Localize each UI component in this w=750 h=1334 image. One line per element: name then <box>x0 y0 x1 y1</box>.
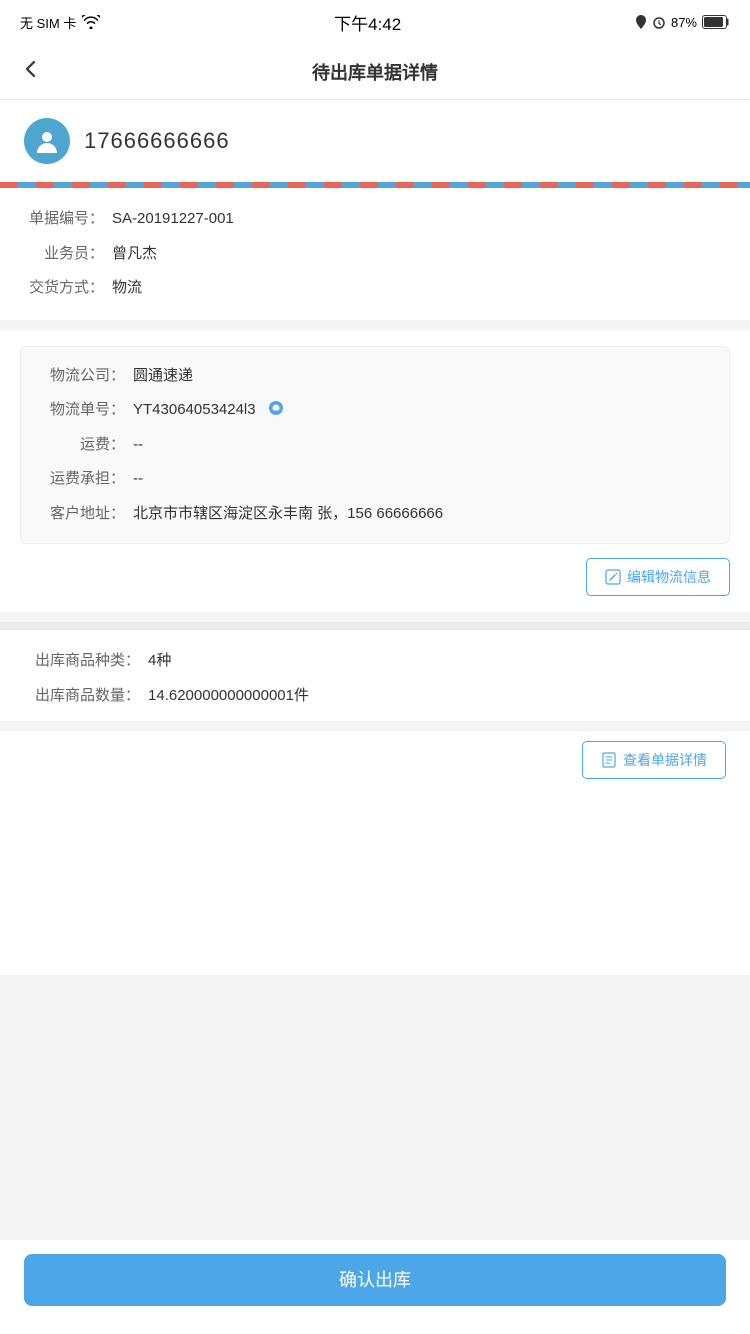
location-active-icon <box>635 15 647 29</box>
user-phone: 17666666666 <box>84 128 230 154</box>
edit-icon <box>605 569 621 585</box>
avatar <box>24 118 70 164</box>
order-info-section: 单据编号： SA-20191227-001 业务员： 曾凡杰 交货方式： 物流 <box>0 188 750 320</box>
sales-rep-row: 业务员： 曾凡杰 <box>24 243 726 266</box>
freight-bearer-value: -- <box>133 468 709 491</box>
freight-row: 运费： -- <box>41 434 709 457</box>
logistics-card: 物流公司： 圆通速递 物流单号： YT43064053424l3 <box>20 346 730 545</box>
logistics-section: 物流公司： 圆通速递 物流单号： YT43064053424l3 <box>0 330 750 613</box>
nav-bar: 待出库单据详情 <box>0 44 750 100</box>
tracking-number-value: YT43064053424l3 <box>133 399 709 422</box>
battery-icon <box>702 15 730 29</box>
document-icon <box>601 752 617 768</box>
empty-space <box>0 795 750 975</box>
dashed-divider <box>0 182 750 188</box>
alarm-icon <box>652 15 666 29</box>
document-number-label: 单据编号： <box>24 208 104 231</box>
tracking-number-label: 物流单号： <box>41 399 125 422</box>
carrier-text: 无 SIM 卡 <box>20 13 76 32</box>
user-header: 17666666666 <box>0 100 750 182</box>
status-time: 下午4:42 <box>334 10 401 35</box>
sales-rep-value: 曾凡杰 <box>112 243 726 266</box>
gray-divider <box>0 622 750 630</box>
confirm-outbound-button[interactable]: 确认出库 <box>24 1254 726 1306</box>
status-right: 87% <box>635 15 730 30</box>
person-icon <box>33 127 61 155</box>
delivery-method-row: 交货方式： 物流 <box>24 277 726 300</box>
freight-bearer-row: 运费承担： -- <box>41 468 709 491</box>
goods-quantity-label: 出库商品数量： <box>24 685 140 708</box>
battery-text: 87% <box>671 15 697 30</box>
view-detail-area: 查看单据详情 <box>0 731 750 795</box>
logistics-company-row: 物流公司： 圆通速递 <box>41 365 709 388</box>
back-button[interactable] <box>20 58 42 86</box>
address-row: 客户地址： 北京市市辖区海淀区永丰南 张，156 66666666 <box>41 503 709 526</box>
sales-rep-label: 业务员： <box>24 243 104 266</box>
goods-type-label: 出库商品种类： <box>24 650 140 673</box>
delivery-method-value: 物流 <box>112 277 726 300</box>
goods-type-row: 出库商品种类： 4种 <box>24 650 726 673</box>
goods-info-section: 出库商品种类： 4种 出库商品数量： 14.620000000000001件 <box>0 630 750 721</box>
freight-bearer-label: 运费承担： <box>41 468 125 491</box>
freight-value: -- <box>133 434 709 457</box>
edit-logistics-button[interactable]: 编辑物流信息 <box>586 558 730 596</box>
wifi-icon <box>82 15 100 29</box>
address-value: 北京市市辖区海淀区永丰南 张，156 66666666 <box>133 503 709 526</box>
logistics-company-value: 圆通速递 <box>133 365 709 388</box>
goods-quantity-value: 14.620000000000001件 <box>148 685 726 708</box>
tracking-location-icon[interactable] <box>266 399 286 421</box>
delivery-method-label: 交货方式： <box>24 277 104 300</box>
edit-logistics-area: 编辑物流信息 <box>20 558 730 596</box>
status-bar: 无 SIM 卡 下午4:42 87% <box>0 0 750 44</box>
document-number-value: SA-20191227-001 <box>112 208 726 231</box>
status-carrier: 无 SIM 卡 <box>20 13 100 32</box>
goods-quantity-row: 出库商品数量： 14.620000000000001件 <box>24 685 726 708</box>
freight-label: 运费： <box>41 434 125 457</box>
tracking-number-row: 物流单号： YT43064053424l3 <box>41 399 709 422</box>
logistics-company-label: 物流公司： <box>41 365 125 388</box>
view-detail-button[interactable]: 查看单据详情 <box>582 741 726 779</box>
goods-type-value: 4种 <box>148 650 726 673</box>
document-number-row: 单据编号： SA-20191227-001 <box>24 208 726 231</box>
bottom-bar: 确认出库 <box>0 1240 750 1334</box>
page-title: 待出库单据详情 <box>312 59 438 85</box>
address-label: 客户地址： <box>41 503 125 526</box>
